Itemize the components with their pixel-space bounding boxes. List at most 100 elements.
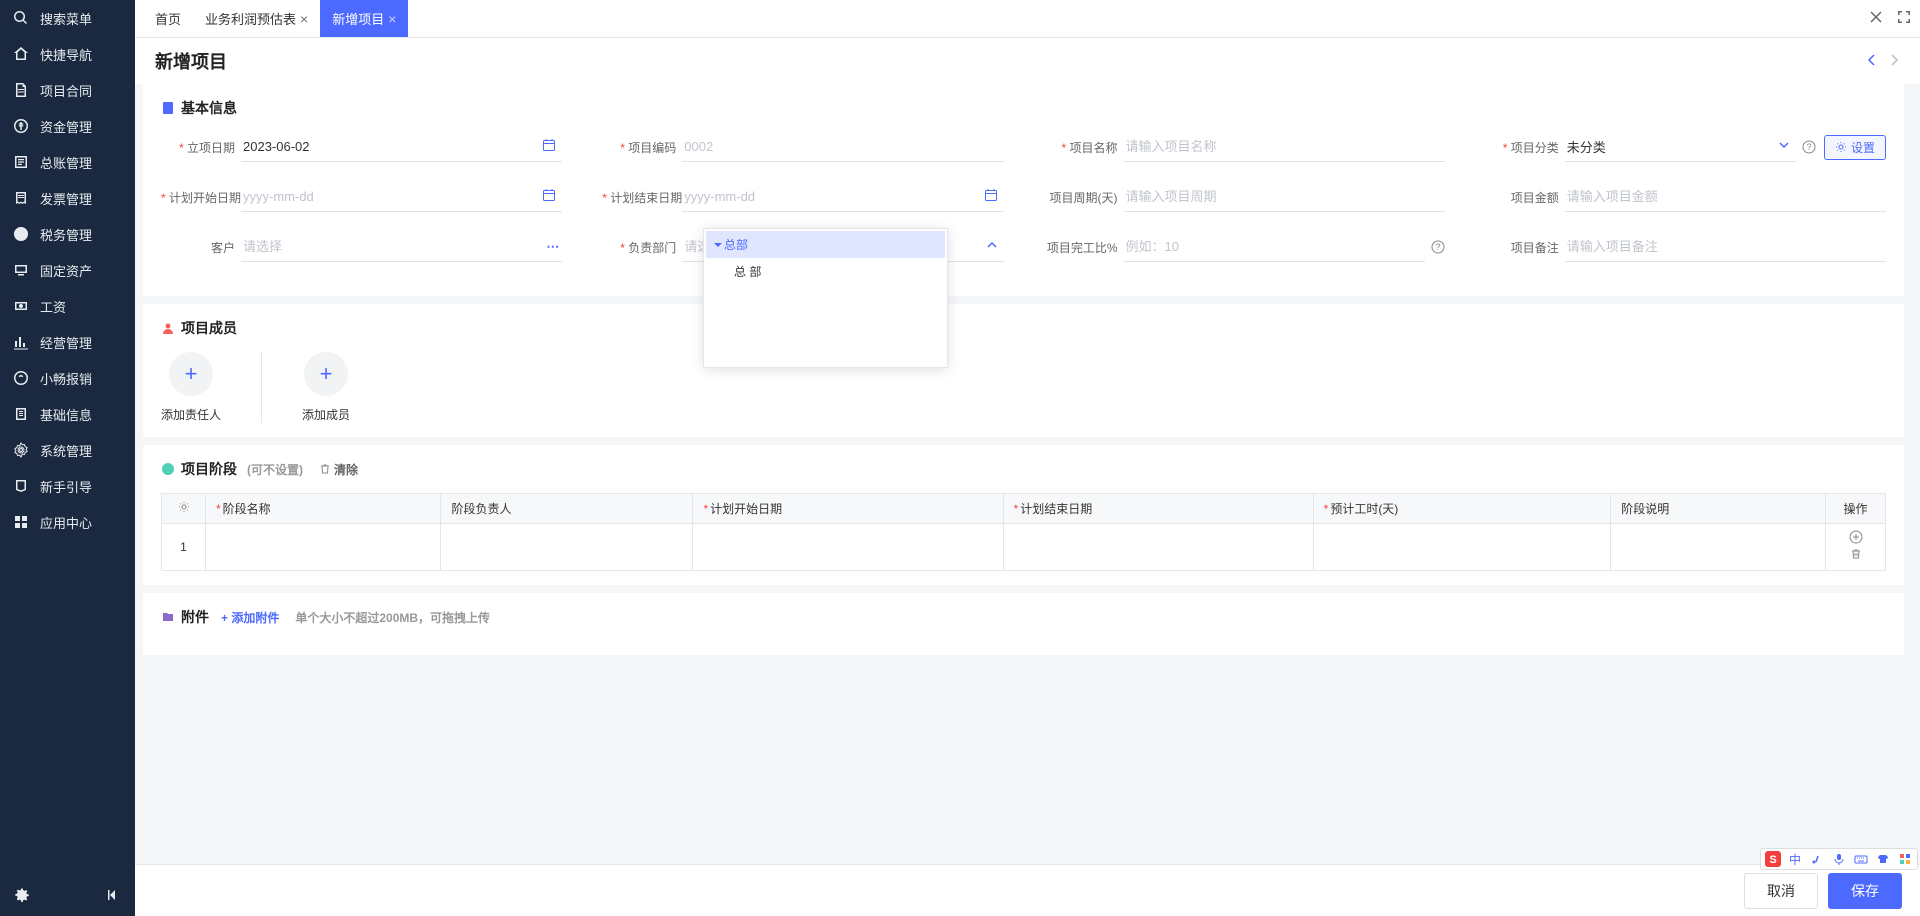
sidebar-item-appcenter[interactable]: 应用中心 <box>0 504 135 540</box>
collapse-icon[interactable] <box>105 887 121 906</box>
close-icon[interactable]: × <box>388 11 396 27</box>
sidebar-search[interactable]: 搜索菜单 <box>0 0 135 36</box>
close-icon[interactable]: × <box>300 11 308 27</box>
section-marker-icon <box>161 321 175 335</box>
input-complete[interactable] <box>1124 232 1425 262</box>
sidebar-item-guide[interactable]: 新手引导 <box>0 468 135 504</box>
label-plan-start: 计划开始日期 <box>161 189 235 206</box>
sidebar-item-assets[interactable]: 固定资产 <box>0 252 135 288</box>
col-gear[interactable] <box>162 494 206 524</box>
input-amount[interactable] <box>1565 182 1886 212</box>
settings-icon[interactable] <box>14 887 30 906</box>
sidebar-item-business[interactable]: 经营管理 <box>0 324 135 360</box>
prev-icon[interactable] <box>1866 54 1878 69</box>
salary-icon <box>12 297 30 315</box>
invoice-icon <box>12 189 30 207</box>
more-icon[interactable]: ⋯ <box>546 239 560 255</box>
tabs: 首页 业务利润预估表× 新增项目× <box>135 0 1920 38</box>
dropdown-option[interactable]: 总 部 <box>706 258 945 285</box>
add-owner[interactable]: + 添加责任人 <box>161 352 221 423</box>
help-icon[interactable]: ? <box>1802 140 1816 154</box>
sidebar-item-baoxiao[interactable]: 小畅报销 <box>0 360 135 396</box>
select-customer[interactable]: ⋯ <box>241 232 562 262</box>
home-icon <box>12 45 30 63</box>
add-row-icon[interactable] <box>1846 533 1866 547</box>
chevron-up-icon[interactable] <box>982 239 1002 254</box>
help-icon[interactable]: ? <box>1431 240 1445 254</box>
input-remark[interactable] <box>1565 232 1886 262</box>
plus-icon[interactable]: + <box>304 352 348 396</box>
section-title: 项目成员 <box>181 318 237 338</box>
tab-profit[interactable]: 业务利润预估表× <box>193 0 320 37</box>
section-hint: (可不设置) <box>247 461 303 478</box>
ime-logo-icon[interactable]: S <box>1765 851 1781 867</box>
section-members: 项目成员 + 添加责任人 + 添加成员 <box>143 304 1904 437</box>
dept-dropdown[interactable]: 总部 总 部 <box>703 228 948 368</box>
row-index: 1 <box>162 524 206 571</box>
section-attachments: 附件 + 添加附件 单个大小不超过200MB，可拖拽上传 <box>143 593 1904 655</box>
next-icon[interactable] <box>1888 54 1900 69</box>
input-period[interactable] <box>1124 182 1445 212</box>
content: 基本信息 立项日期 项目编码 项目名称 <box>135 84 1920 864</box>
section-marker-icon <box>161 101 175 115</box>
label-complete: 项目完工比% <box>1044 239 1118 256</box>
system-icon <box>12 441 30 459</box>
calendar-icon[interactable] <box>538 188 560 205</box>
input-plan-end[interactable] <box>682 182 1003 212</box>
select-category[interactable] <box>1565 132 1796 162</box>
sidebar-item-system[interactable]: 系统管理 <box>0 432 135 468</box>
svg-text:S: S <box>1769 854 1776 866</box>
input-plan-start[interactable] <box>241 182 562 212</box>
sidebar-item-funds[interactable]: 资金管理 <box>0 108 135 144</box>
svg-text:?: ? <box>1435 242 1440 252</box>
attachment-hint: 单个大小不超过200MB，可拖拽上传 <box>295 609 490 626</box>
ime-mic-icon[interactable] <box>1831 851 1847 867</box>
table-row[interactable]: 1 <box>162 524 1886 571</box>
ime-skin-icon[interactable] <box>1875 851 1891 867</box>
label-customer: 客户 <box>161 239 235 256</box>
clear-button[interactable]: 清除 <box>319 461 358 478</box>
fullscreen-icon[interactable] <box>1896 9 1912 28</box>
sidebar-item-tax[interactable]: 税务管理 <box>0 216 135 252</box>
calendar-icon[interactable] <box>980 188 1002 205</box>
assets-icon <box>12 261 30 279</box>
input-code[interactable] <box>682 132 1003 162</box>
page-header: 新增项目 <box>135 38 1920 84</box>
page-title: 新增项目 <box>155 48 227 74</box>
tab-home[interactable]: 首页 <box>143 0 193 37</box>
ime-tool-icon[interactable] <box>1897 851 1913 867</box>
delete-row-icon[interactable] <box>1846 550 1866 564</box>
section-basic: 基本信息 立项日期 项目编码 项目名称 <box>143 84 1904 296</box>
calendar-icon[interactable] <box>538 138 560 155</box>
label-plan-end: 计划结束日期 <box>602 189 676 206</box>
close-all-icon[interactable] <box>1868 9 1884 28</box>
col-end: *计划结束日期 <box>1003 494 1313 524</box>
section-title: 项目阶段 <box>181 459 237 479</box>
save-button[interactable]: 保存 <box>1828 873 1902 909</box>
cancel-button[interactable]: 取消 <box>1744 873 1818 909</box>
plus-icon[interactable]: + <box>169 352 213 396</box>
add-member[interactable]: + 添加成员 <box>302 352 350 423</box>
label-dept: 负责部门 <box>602 239 676 256</box>
sidebar-item-salary[interactable]: 工资 <box>0 288 135 324</box>
ime-lang-icon[interactable]: 中 <box>1787 851 1803 867</box>
sidebar-item-ledger[interactable]: 总账管理 <box>0 144 135 180</box>
tab-new-project[interactable]: 新增项目× <box>320 0 408 37</box>
sidebar-bottom <box>0 877 135 916</box>
dropdown-option[interactable]: 总部 <box>706 231 945 258</box>
input-date[interactable] <box>241 132 562 162</box>
sidebar-item-invoice[interactable]: 发票管理 <box>0 180 135 216</box>
settings-button[interactable]: 设置 <box>1824 135 1886 160</box>
sidebar-item-project[interactable]: 项目合同 <box>0 72 135 108</box>
sidebar-item-quicknav[interactable]: 快捷导航 <box>0 36 135 72</box>
add-attachment-button[interactable]: + 添加附件 <box>221 609 279 626</box>
col-op: 操作 <box>1826 494 1886 524</box>
section-marker-icon <box>161 610 175 624</box>
phase-table: *阶段名称 阶段负责人 *计划开始日期 *计划结束日期 *预计工时(天) 阶段说… <box>161 493 1886 571</box>
input-name[interactable] <box>1124 132 1445 162</box>
ime-keyboard-icon[interactable] <box>1853 851 1869 867</box>
sidebar-item-basicinfo[interactable]: 基础信息 <box>0 396 135 432</box>
ime-punct-icon[interactable] <box>1809 851 1825 867</box>
chevron-down-icon[interactable] <box>1774 139 1794 154</box>
label-code: 项目编码 <box>602 139 676 156</box>
